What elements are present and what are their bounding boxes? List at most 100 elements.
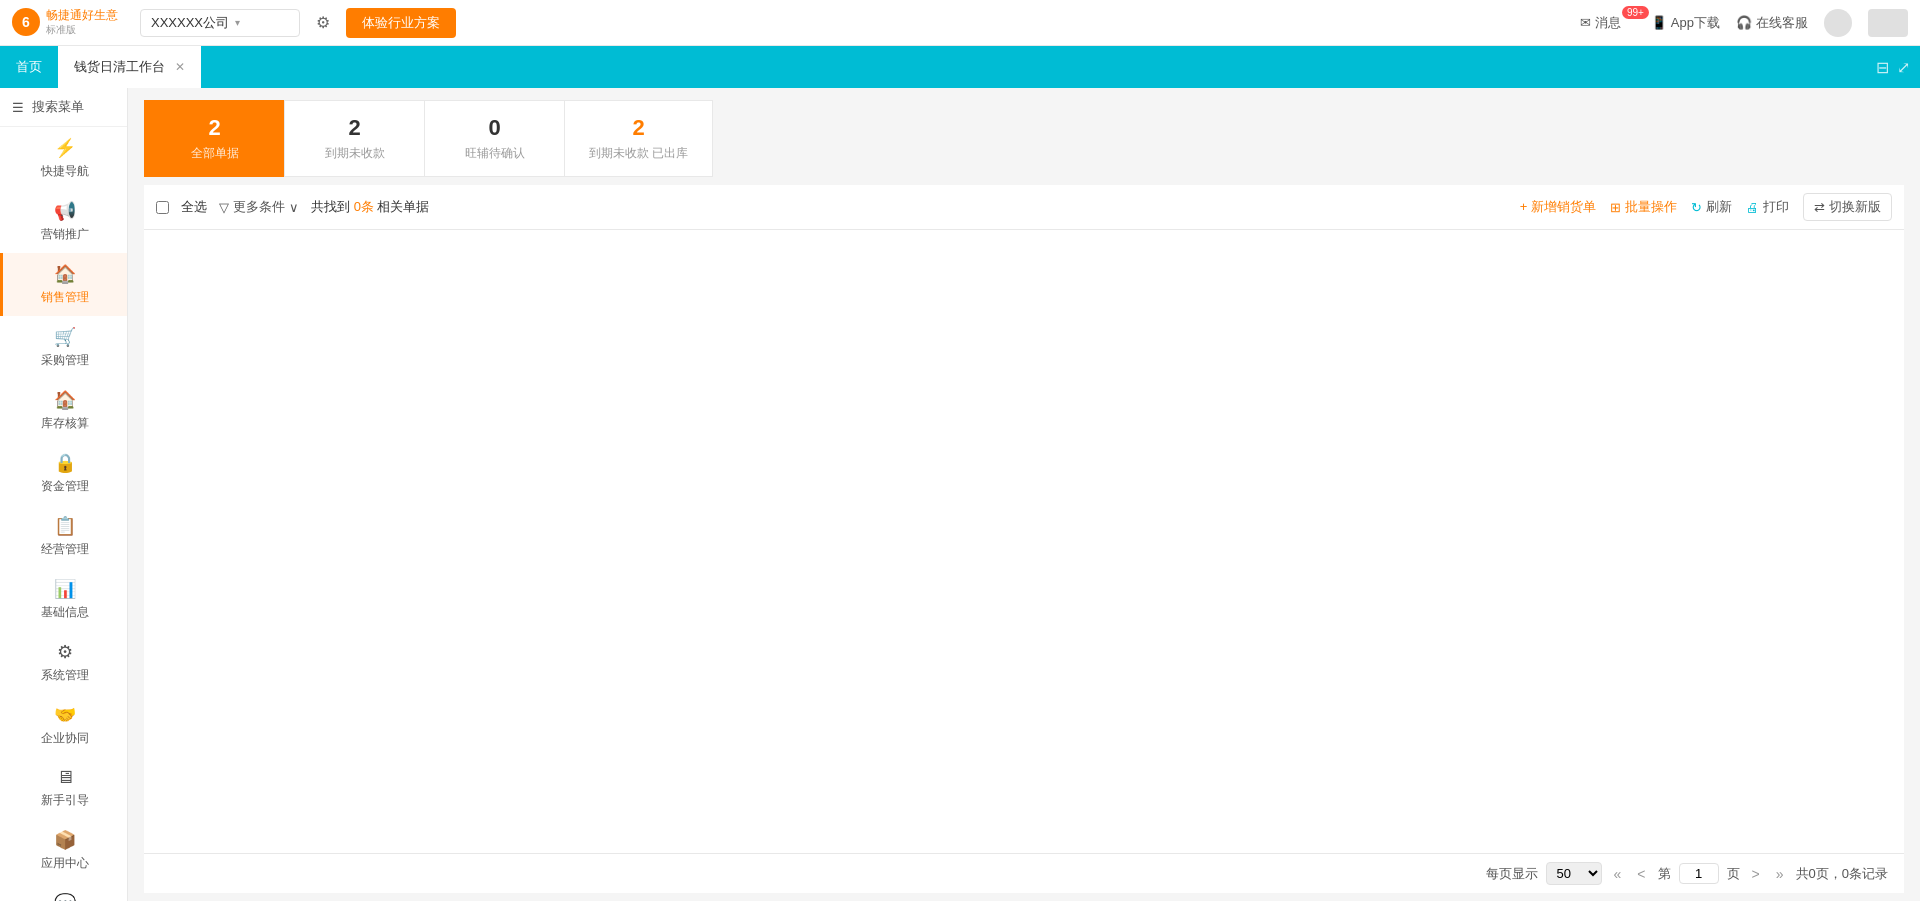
sidebar-item-app-center[interactable]: 📦 应用中心 — [0, 819, 127, 882]
last-page-button[interactable]: » — [1772, 866, 1788, 882]
quick-nav-icon: ⚡ — [54, 137, 76, 159]
sidebar-item-label: 基础信息 — [41, 604, 89, 621]
app-name: 畅捷通好生意 — [46, 8, 118, 22]
stat-label-overdue-shipped: 到期未收款 已出库 — [589, 145, 688, 162]
toolbar: 全选 ▽ 更多条件 ∨ 共找到 0条 相关单据 + 新增销货单 ⊞ 批量操作 ↻ — [144, 185, 1904, 230]
batch-label: 批量操作 — [1625, 198, 1677, 216]
filter-button[interactable]: ▽ 更多条件 ∨ — [219, 198, 299, 216]
stat-label-pending: 旺辅待确认 — [465, 145, 525, 162]
stat-card-overdue[interactable]: 2 到期未收款 — [284, 100, 424, 177]
stat-number-overdue-shipped: 2 — [633, 115, 645, 141]
trial-button[interactable]: 体验行业方案 — [346, 8, 456, 38]
table-area — [144, 230, 1904, 853]
print-button[interactable]: 🖨 打印 — [1746, 198, 1789, 216]
new-order-button[interactable]: + 新增销货单 — [1520, 198, 1596, 216]
tab-home[interactable]: 首页 — [0, 46, 58, 88]
search-icon: ☰ — [12, 100, 24, 115]
company-selector[interactable]: XXXXXX公司 ▾ — [140, 9, 300, 37]
sidebar-item-cooperation[interactable]: 🤝 企业协同 — [0, 694, 127, 757]
sidebar-item-sales[interactable]: 🏠 销售管理 — [0, 253, 127, 316]
settings-button[interactable]: ⚙ — [308, 8, 338, 38]
tab-expand-button[interactable]: ⤢ — [1897, 58, 1910, 77]
page-input[interactable] — [1679, 863, 1719, 884]
capital-icon: 🔒 — [54, 452, 76, 474]
user-name-area[interactable] — [1868, 9, 1908, 37]
stat-card-pending[interactable]: 0 旺辅待确认 — [424, 100, 564, 177]
sidebar-item-label: 资金管理 — [41, 478, 89, 495]
print-icon: 🖨 — [1746, 200, 1759, 215]
sidebar-item-label: 经营管理 — [41, 541, 89, 558]
first-page-button[interactable]: « — [1610, 866, 1626, 882]
chevron-down-icon: ▾ — [235, 17, 240, 28]
basic-info-icon: 📊 — [54, 578, 76, 600]
select-all-checkbox[interactable] — [156, 201, 169, 214]
stat-card-all[interactable]: 2 全部单据 — [144, 100, 284, 177]
sidebar-item-operation[interactable]: 📋 经营管理 — [0, 505, 127, 568]
switch-version-button[interactable]: ⇄ 切换新版 — [1803, 193, 1892, 221]
sidebar-item-capital[interactable]: 🔒 资金管理 — [0, 442, 127, 505]
avatar[interactable] — [1824, 9, 1852, 37]
found-count: 0条 — [354, 199, 374, 214]
sidebar-item-system[interactable]: ⚙ 系统管理 — [0, 631, 127, 694]
sidebar-item-label: 快捷导航 — [41, 163, 89, 180]
search-menu-item[interactable]: ☰ 搜索菜单 — [0, 88, 127, 127]
service-icon: 🎧 — [1736, 15, 1752, 30]
sales-icon: 🏠 — [54, 263, 76, 285]
header-right: ✉ 消息 99+ 📱 App下载 🎧 在线客服 — [1580, 9, 1908, 37]
filter-label: 更多条件 — [233, 198, 285, 216]
sidebar-item-inventory[interactable]: 🏠 库存核算 — [0, 379, 127, 442]
sidebar-item-label: 应用中心 — [41, 855, 89, 872]
tab-bar: 首页 钱货日清工作台 ✕ ⊟ ⤢ — [0, 46, 1920, 88]
content-area: 2 全部单据 2 到期未收款 0 旺辅待确认 2 到期未收款 已出库 全选 ▽ … — [128, 88, 1920, 901]
search-menu-label: 搜索菜单 — [32, 98, 84, 116]
refresh-button[interactable]: ↻ 刷新 — [1691, 198, 1732, 216]
stat-card-overdue-shipped[interactable]: 2 到期未收款 已出库 — [564, 100, 713, 177]
purchase-icon: 🛒 — [54, 326, 76, 348]
tab-bar-actions: ⊟ ⤢ — [1876, 58, 1920, 77]
stat-number-pending: 0 — [488, 115, 500, 141]
prev-page-button[interactable]: < — [1633, 866, 1649, 882]
refresh-label: 刷新 — [1706, 198, 1732, 216]
found-suffix: 相关单据 — [377, 199, 429, 214]
per-page-select[interactable]: 50 100 200 — [1546, 862, 1602, 885]
sidebar-item-basic-info[interactable]: 📊 基础信息 — [0, 568, 127, 631]
message-btn[interactable]: ✉ 消息 99+ — [1580, 14, 1635, 32]
pagination-bar: 每页显示 50 100 200 « < 第 页 > » 共0页，0条记录 — [144, 853, 1904, 893]
app-download-btn[interactable]: 📱 App下载 — [1651, 14, 1720, 32]
marketing-icon: 📢 — [54, 200, 76, 222]
next-page-button[interactable]: > — [1748, 866, 1764, 882]
guide-icon: 🖥 — [56, 767, 74, 788]
page-suffix: 页 — [1727, 865, 1740, 883]
stat-number-overdue: 2 — [348, 115, 360, 141]
main-layout: ☰ 搜索菜单 ⚡ 快捷导航 📢 营销推广 🏠 销售管理 🛒 采购管理 🏠 库存核… — [0, 88, 1920, 901]
sidebar-item-guide[interactable]: 🖥 新手引导 — [0, 757, 127, 819]
batch-btn[interactable]: ⊞ 批量操作 — [1610, 198, 1677, 216]
app-center-icon: 📦 — [54, 829, 76, 851]
sidebar-item-label: 系统管理 — [41, 667, 89, 684]
tab-close-icon[interactable]: ✕ — [175, 60, 185, 74]
tab-minimize-button[interactable]: ⊟ — [1876, 58, 1889, 77]
sidebar-item-marketing[interactable]: 📢 营销推广 — [0, 190, 127, 253]
app-edition: 标准版 — [46, 23, 118, 37]
select-all-label: 全选 — [181, 198, 207, 216]
sidebar-item-purchase[interactable]: 🛒 采购管理 — [0, 316, 127, 379]
sidebar-item-wechat[interactable]: 💬 企业微信 — [0, 882, 127, 901]
online-service-label: 在线客服 — [1756, 14, 1808, 32]
per-page-label: 每页显示 — [1486, 865, 1538, 883]
online-service-btn[interactable]: 🎧 在线客服 — [1736, 14, 1808, 32]
sidebar-item-quick-nav[interactable]: ⚡ 快捷导航 — [0, 127, 127, 190]
cooperation-icon: 🤝 — [54, 704, 76, 726]
found-prefix: 共找到 — [311, 199, 350, 214]
sidebar-item-label: 采购管理 — [41, 352, 89, 369]
top-header: 6 畅捷通好生意 标准版 XXXXXX公司 ▾ ⚙ 体验行业方案 ✉ 消息 99… — [0, 0, 1920, 46]
sidebar: ☰ 搜索菜单 ⚡ 快捷导航 📢 营销推广 🏠 销售管理 🛒 采购管理 🏠 库存核… — [0, 88, 128, 901]
toolbar-right: + 新增销货单 ⊞ 批量操作 ↻ 刷新 🖨 打印 ⇄ 切换新版 — [1520, 193, 1892, 221]
sidebar-item-label: 企业协同 — [41, 730, 89, 747]
page-label: 第 — [1658, 865, 1671, 883]
message-icon: ✉ — [1580, 15, 1591, 30]
filter-chevron: ∨ — [289, 200, 299, 215]
sidebar-item-label: 新手引导 — [41, 792, 89, 809]
tab-qhrc[interactable]: 钱货日清工作台 ✕ — [58, 46, 201, 88]
stat-label-all: 全部单据 — [191, 145, 239, 162]
found-text: 共找到 0条 相关单据 — [311, 198, 429, 216]
